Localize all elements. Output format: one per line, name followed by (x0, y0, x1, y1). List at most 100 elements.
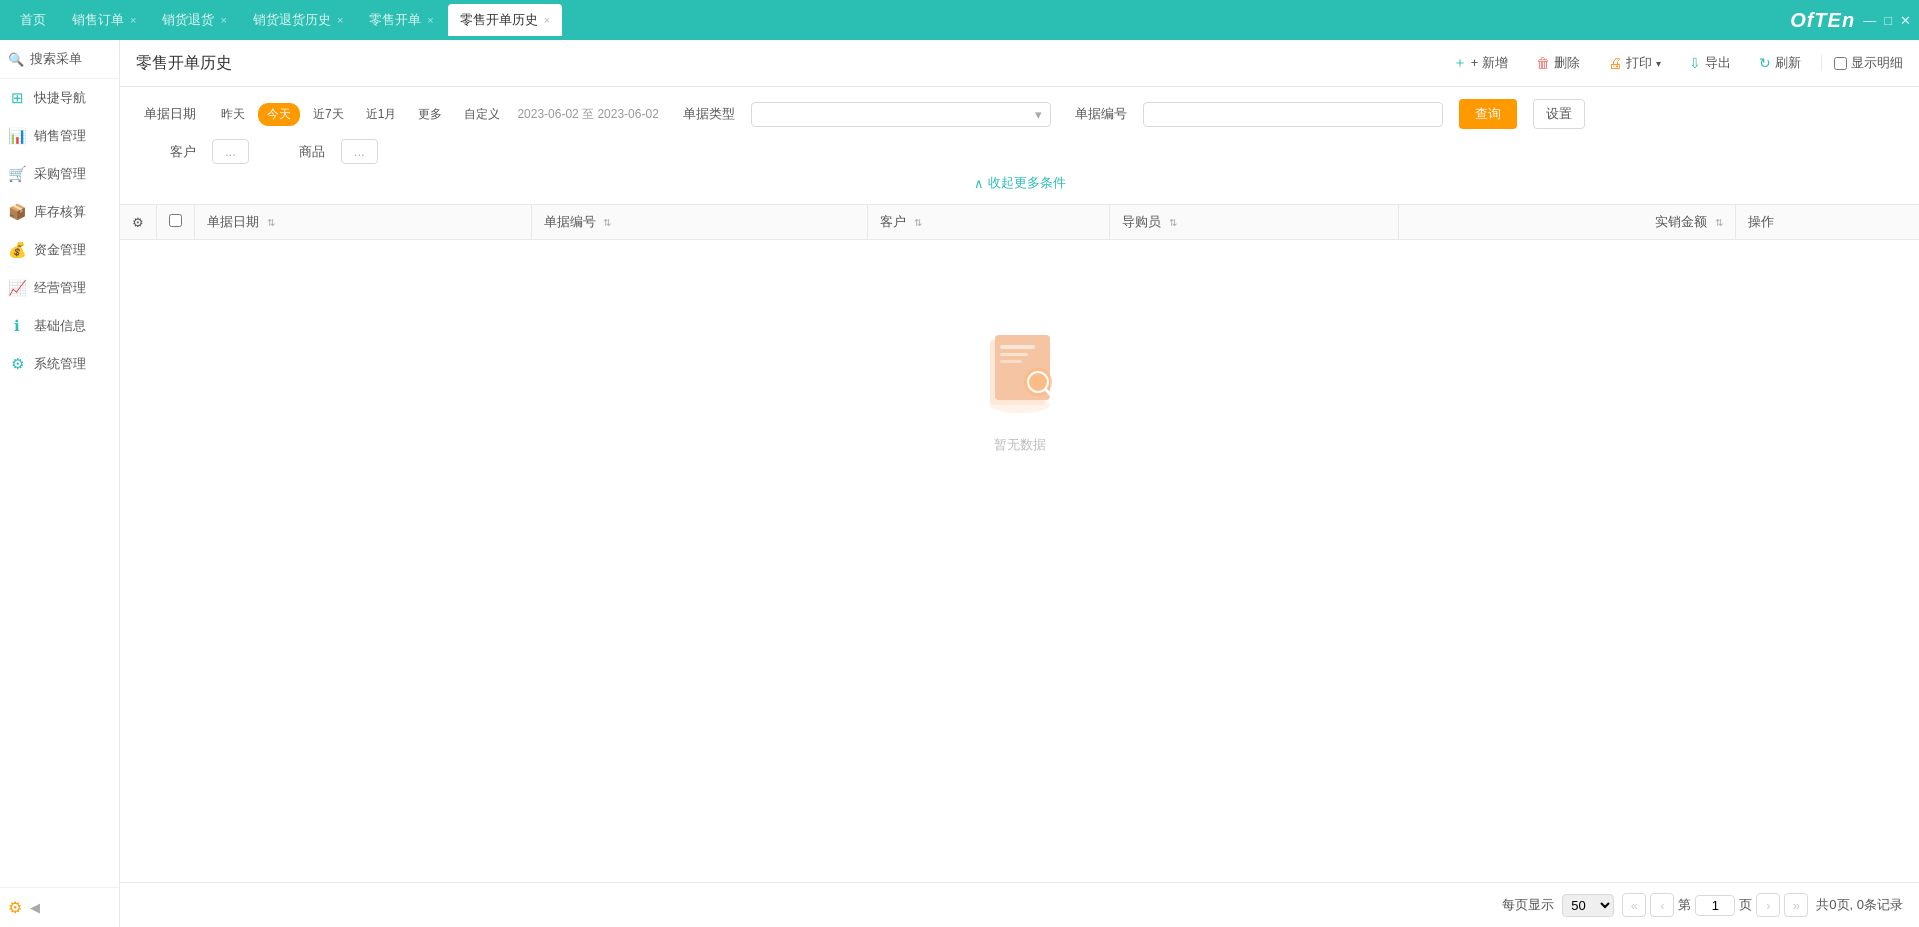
page-nav: « ‹ 第 页 › » (1622, 893, 1808, 917)
minimize-btn[interactable]: — (1863, 13, 1876, 28)
query-button[interactable]: 查询 (1459, 99, 1517, 129)
date-yesterday[interactable]: 昨天 (212, 103, 254, 126)
refresh-label: 刷新 (1775, 54, 1801, 72)
collapse-label: 收起更多条件 (988, 174, 1066, 192)
sidebar-item-system[interactable]: ⚙ 系统管理 (0, 345, 119, 383)
date-today[interactable]: 今天 (258, 103, 300, 126)
tab-sales-return-history[interactable]: 销货退货历史× (241, 4, 355, 36)
th-date[interactable]: 单据日期 ⇅ (195, 205, 532, 240)
goods-label: 商品 (265, 143, 325, 161)
tab-list: 首页销售订单×销货退货×销货退货历史×零售开单×零售开单历史× (8, 4, 562, 36)
settings-icon[interactable]: ⚙ (8, 898, 22, 917)
sidebar-label-inventory: 库存核算 (34, 203, 86, 221)
sidebar-label-sales-mgmt: 销售管理 (34, 127, 86, 145)
sidebar-item-finance[interactable]: 💰 资金管理 (0, 231, 119, 269)
th-salesperson[interactable]: 导购员 ⇅ (1110, 205, 1399, 240)
sidebar-icon-purchase-mgmt: 🛒 (8, 165, 26, 183)
customer-label: 客户 (136, 143, 196, 161)
tab-retail-open-history[interactable]: 零售开单历史× (448, 4, 562, 36)
tab-sales-order[interactable]: 销售订单× (60, 4, 148, 36)
filter-row-1: 单据日期 昨天 今天 近7天 近1月 更多 自定义 2023-06-02 至 2… (136, 99, 1903, 129)
add-button[interactable]: ＋ + 新增 (1445, 50, 1516, 76)
date-custom[interactable]: 自定义 (455, 103, 509, 126)
empty-text: 暂无数据 (994, 436, 1046, 454)
th-no[interactable]: 单据编号 ⇅ (531, 205, 868, 240)
page-size-label: 每页显示 (1502, 896, 1554, 914)
page-label-pre: 第 (1678, 896, 1691, 914)
th-gear[interactable]: ⚙ (120, 205, 157, 240)
show-detail-label: 显示明细 (1851, 54, 1903, 72)
last-page-btn[interactable]: » (1784, 893, 1808, 917)
th-action: 操作 (1735, 205, 1919, 240)
page-title: 零售开单历史 (136, 53, 232, 74)
tab-close-sales-return[interactable]: × (220, 14, 226, 26)
doc-no-input[interactable] (1143, 102, 1443, 127)
tab-close-sales-order[interactable]: × (130, 14, 136, 26)
page-input[interactable] (1695, 895, 1735, 916)
data-table: ⚙ 单据日期 ⇅ 单据编号 ⇅ 客户 ⇅ 导购员 ⇅ 实销金额 ⇅ 操作 (120, 205, 1919, 240)
first-page-btn[interactable]: « (1622, 893, 1646, 917)
sidebar-icon-finance: 💰 (8, 241, 26, 259)
toolbar-divider (1821, 55, 1822, 71)
delete-button[interactable]: 🗑 删除 (1528, 50, 1588, 76)
empty-icon (970, 320, 1070, 420)
tab-close-retail-open[interactable]: × (427, 14, 433, 26)
page-label-post: 页 (1739, 896, 1752, 914)
sidebar-bottom: ⚙ ◀ (0, 887, 119, 927)
collapse-button[interactable]: ∧ 收起更多条件 (974, 174, 1066, 192)
next-page-btn[interactable]: › (1756, 893, 1780, 917)
show-detail-checkbox[interactable]: 显示明细 (1834, 54, 1903, 72)
refresh-button[interactable]: ↻ 刷新 (1751, 50, 1809, 76)
sidebar-item-inventory[interactable]: 📦 库存核算 (0, 193, 119, 231)
show-detail-input[interactable] (1834, 57, 1847, 70)
filter-row-2: 客户 ... 商品 ... (136, 139, 1903, 164)
date-1month[interactable]: 近1月 (357, 103, 406, 126)
tab-bar: 首页销售订单×销货退货×销货退货历史×零售开单×零售开单历史× OfTEn — … (0, 0, 1919, 40)
sidebar-item-sales-mgmt[interactable]: 📊 销售管理 (0, 117, 119, 155)
sidebar-icon-system: ⚙ (8, 355, 26, 373)
sidebar-icon-sales-mgmt: 📊 (8, 127, 26, 145)
sidebar-item-quick-nav[interactable]: ⊞快捷导航 (0, 79, 119, 117)
close-btn[interactable]: ✕ (1900, 13, 1911, 28)
sidebar-search[interactable]: 🔍 搜索采单 (0, 40, 119, 79)
export-label: 导出 (1705, 54, 1731, 72)
page-size-select[interactable]: 50 10 20 100 (1562, 894, 1614, 917)
filter-settings-button[interactable]: 设置 (1533, 99, 1585, 129)
sidebar-item-purchase-mgmt[interactable]: 🛒 采购管理 (0, 155, 119, 193)
tab-home[interactable]: 首页 (8, 4, 58, 36)
tab-sales-return[interactable]: 销货退货× (150, 4, 238, 36)
sidebar-icon-inventory: 📦 (8, 203, 26, 221)
sort-date-icon: ⇅ (267, 217, 275, 228)
add-icon: ＋ (1453, 54, 1467, 72)
print-button[interactable]: 🖨 打印 ▾ (1600, 50, 1669, 76)
tab-close-sales-return-history[interactable]: × (337, 14, 343, 26)
sort-customer-icon: ⇅ (914, 217, 922, 228)
sidebar-item-operations[interactable]: 📈经营管理 (0, 269, 119, 307)
date-more[interactable]: 更多 (409, 103, 451, 126)
doc-type-select[interactable]: ▾ (751, 102, 1051, 127)
export-button[interactable]: ⇩ 导出 (1681, 50, 1739, 76)
sidebar-label-basic-info: 基础信息 (34, 317, 86, 335)
tab-close-retail-open-history[interactable]: × (544, 14, 550, 26)
th-checkbox[interactable] (157, 205, 195, 240)
date-7days[interactable]: 近7天 (304, 103, 353, 126)
sidebar-label-purchase-mgmt: 采购管理 (34, 165, 86, 183)
tab-retail-open[interactable]: 零售开单× (357, 4, 445, 36)
sidebar-label-system: 系统管理 (34, 355, 86, 373)
customer-input[interactable]: ... (212, 139, 249, 164)
sort-no-icon: ⇅ (603, 217, 611, 228)
sidebar-label-finance: 资金管理 (34, 241, 86, 259)
select-all-checkbox[interactable] (169, 214, 182, 227)
collapse-icon: ∧ (974, 176, 984, 191)
maximize-btn[interactable]: □ (1884, 13, 1892, 28)
doc-type-label: 单据类型 (675, 105, 735, 123)
prev-page-btn[interactable]: ‹ (1650, 893, 1674, 917)
sort-amount-icon: ⇅ (1715, 217, 1723, 228)
goods-input[interactable]: ... (341, 139, 378, 164)
print-dropdown-icon: ▾ (1656, 58, 1661, 69)
delete-icon: 🗑 (1536, 55, 1550, 71)
th-customer[interactable]: 客户 ⇅ (868, 205, 1110, 240)
sidebar-item-basic-info[interactable]: ℹ基础信息 (0, 307, 119, 345)
svg-rect-5 (1000, 360, 1022, 363)
collapse-sidebar-icon[interactable]: ◀ (30, 900, 40, 915)
